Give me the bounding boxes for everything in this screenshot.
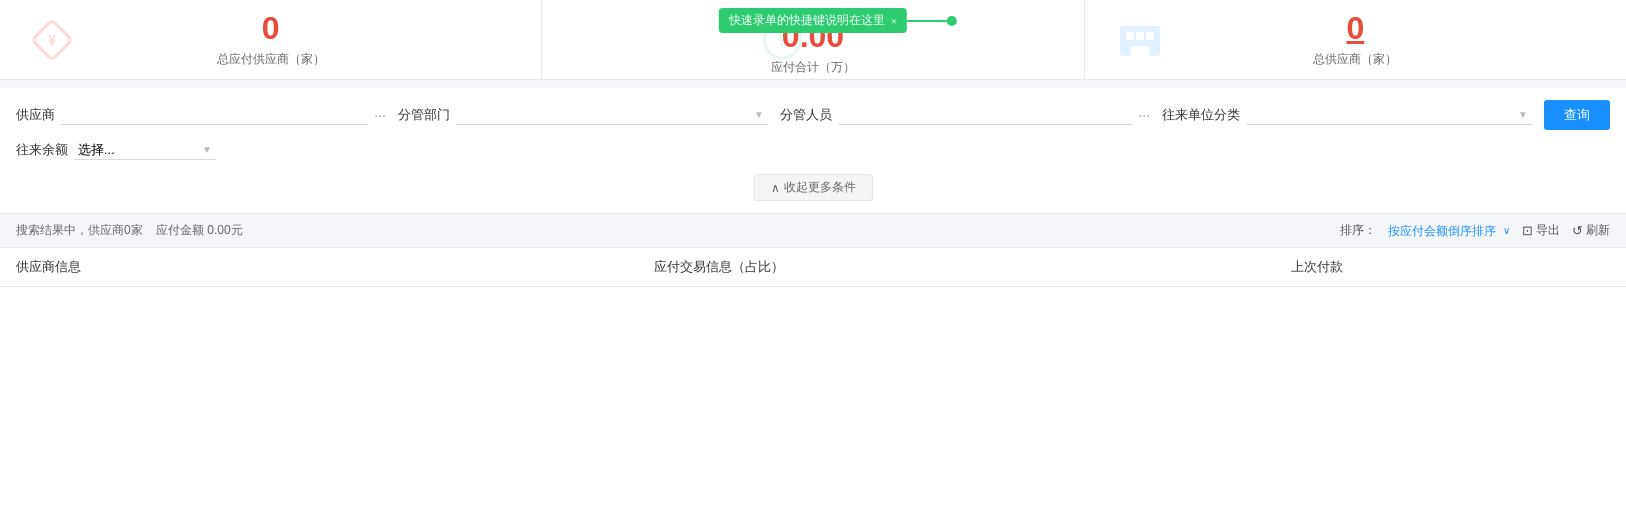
refresh-btn[interactable]: ↺ 刷新 [1572,222,1610,239]
building-icon [1115,18,1165,62]
stat-total-suppliers: 0 总供应商（家） [1085,0,1626,79]
diamond-icon: ¥ [30,18,74,62]
table-header: 供应商信息 应付交易信息（占比） 上次付款 [0,248,1626,287]
result-info: 搜索结果中，供应商0家 应付金额 0.00元 [16,222,243,239]
result-bar: 搜索结果中，供应商0家 应付金额 0.00元 排序： 按应付会额倒序排序 ⊡ 导… [0,214,1626,248]
filter-balance: 往来余额 选择... ▼ [16,140,216,160]
sort-select[interactable]: 按应付会额倒序排序 [1388,224,1510,238]
person-input[interactable] [838,105,1132,125]
dept-select-wrapper: ▼ [456,105,768,125]
filter-bar: 供应商 ··· 分管部门 ▼ 分管人员 ··· 往来单位分类 [0,88,1626,214]
collapse-btn[interactable]: ∧ 收起更多条件 [754,174,873,201]
filter-unit-class: 往来单位分类 ▼ [1162,105,1532,125]
col-lastpay-header: 上次付款 [1291,258,1610,276]
table-body [0,287,1626,515]
result-actions: 排序： 按应付会额倒序排序 ⊡ 导出 ↺ 刷新 [1340,222,1610,239]
refresh-icon: ↺ [1572,223,1583,238]
svg-rect-8 [1131,46,1149,56]
person-more-btn[interactable]: ··· [1138,107,1150,123]
export-btn[interactable]: ⊡ 导出 [1522,222,1560,239]
unit-select-wrapper: ▼ [1246,105,1532,125]
balance-select-wrapper: 选择... ▼ [74,140,216,160]
svg-rect-5 [1126,32,1134,40]
sort-wrapper[interactable]: 按应付会额倒序排序 [1388,224,1510,238]
col-supplier-header: 供应商信息 [16,258,654,276]
query-button[interactable]: 查询 [1544,100,1610,130]
tooltip-close-btn[interactable]: × [891,15,897,27]
dept-filter-label: 分管部门 [398,106,450,124]
tooltip-dot [947,16,957,26]
collapse-label: 收起更多条件 [784,179,856,196]
svg-text:¥: ¥ [778,32,787,49]
balance-filter-label: 往来余额 [16,141,68,159]
stat-total-payable-suppliers: ¥ 0 总应付供应商（家） [0,0,542,79]
collapse-icon: ∧ [771,181,780,195]
tooltip-text: 快速录单的快捷键说明在这里 [729,12,885,29]
svg-rect-6 [1136,32,1144,40]
table-area: 供应商信息 应付交易信息（占比） 上次付款 [0,248,1626,515]
export-icon: ⊡ [1522,223,1533,238]
filter-row-2: 往来余额 选择... ▼ [16,140,1610,160]
stat-payable-suppliers-number: 0 [217,11,325,46]
stat-total-suppliers-number: 0 [1313,11,1397,46]
dept-select[interactable] [456,105,768,124]
filter-dept: 分管部门 ▼ [398,105,768,125]
stat-payable-suppliers-label: 总应付供应商（家） [217,51,325,68]
filter-person: 分管人员 ··· [780,105,1150,125]
result-text: 搜索结果中，供应商0家 [16,223,143,237]
supplier-filter-label: 供应商 [16,106,55,124]
stat-total-suppliers-label: 总供应商（家） [1313,51,1397,68]
svg-rect-7 [1146,32,1154,40]
balance-select[interactable]: 选择... [74,140,216,159]
supplier-more-btn[interactable]: ··· [374,107,386,123]
supplier-input[interactable] [61,105,368,125]
collapse-row: ∧ 收起更多条件 [16,170,1610,209]
stat-payable-total: 快速录单的快捷键说明在这里 × ¥ 0.00 应付合计（万） [542,0,1084,79]
sort-label: 排序： [1340,222,1376,239]
filter-supplier: 供应商 ··· [16,105,386,125]
unit-filter-label: 往来单位分类 [1162,106,1240,124]
person-filter-label: 分管人员 [780,106,832,124]
filter-row-1: 供应商 ··· 分管部门 ▼ 分管人员 ··· 往来单位分类 [16,100,1610,130]
result-amount: 应付金额 0.00元 [156,223,243,237]
tooltip-bubble: 快速录单的快捷键说明在这里 × [719,8,907,33]
unit-select[interactable] [1246,105,1532,124]
stats-bar: ¥ 0 总应付供应商（家） 快速录单的快捷键说明在这里 × ¥ 0.00 应付合… [0,0,1626,80]
svg-text:¥: ¥ [48,32,56,48]
col-payable-header: 应付交易信息（占比） [654,258,1292,276]
